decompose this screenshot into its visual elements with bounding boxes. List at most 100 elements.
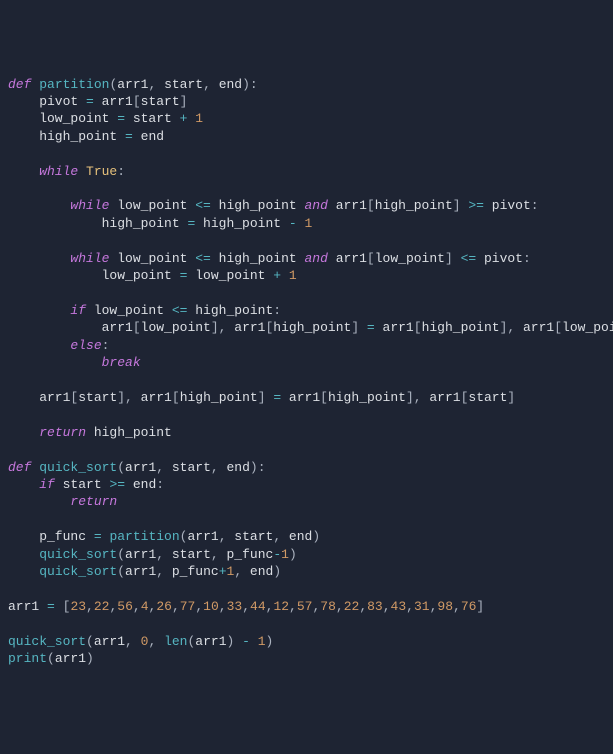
code-line[interactable]: low_point = start + 1 (8, 110, 605, 127)
code-line[interactable] (8, 145, 605, 162)
code-line[interactable] (8, 441, 605, 458)
code-token: True (86, 164, 117, 179)
code-line[interactable]: high_point = high_point - 1 (8, 215, 605, 232)
code-line[interactable]: low_point = low_point + 1 (8, 267, 605, 284)
code-token: arr1 (8, 390, 70, 405)
code-token: , (242, 599, 250, 614)
code-token: [ (133, 94, 141, 109)
code-line[interactable]: if low_point <= high_point: (8, 302, 605, 319)
code-token: 44 (250, 599, 266, 614)
code-line[interactable]: print(arr1) (8, 650, 605, 667)
code-line[interactable] (8, 406, 605, 423)
code-line[interactable]: break (8, 354, 605, 371)
code-line[interactable]: p_func = partition(arr1, start, end) (8, 528, 605, 545)
code-token: , (383, 599, 391, 614)
code-token: <= (172, 303, 195, 318)
code-token: low_point (117, 251, 195, 266)
code-token: 4 (141, 599, 149, 614)
code-token: p_func (227, 547, 274, 562)
code-token: end (133, 477, 156, 492)
code-line[interactable] (8, 285, 605, 302)
code-line[interactable]: while low_point <= high_point and arr1[h… (8, 197, 605, 214)
code-token: = (367, 320, 383, 335)
code-line[interactable]: return high_point (8, 424, 605, 441)
code-token: and (304, 198, 335, 213)
code-token: high_point (203, 216, 289, 231)
code-token: , (86, 599, 94, 614)
code-line[interactable]: while low_point <= high_point and arr1[l… (8, 250, 605, 267)
code-token: 22 (94, 599, 110, 614)
code-line[interactable]: pivot = arr1[start] (8, 93, 605, 110)
code-line[interactable] (8, 232, 605, 249)
code-token: ( (117, 547, 125, 562)
code-token: 1 (281, 547, 289, 562)
code-line[interactable]: arr1 = [23,22,56,4,26,77,10,33,44,12,57,… (8, 598, 605, 615)
code-token: start (172, 460, 211, 475)
code-line[interactable]: arr1[start], arr1[high_point] = arr1[hig… (8, 389, 605, 406)
code-token: , (406, 599, 414, 614)
code-line[interactable]: if start >= end: (8, 476, 605, 493)
code-line[interactable] (8, 511, 605, 528)
code-token: arr1 (383, 320, 414, 335)
code-token: ( (187, 634, 195, 649)
code-line[interactable] (8, 615, 605, 632)
code-token: ) (289, 547, 297, 562)
code-token: 77 (180, 599, 196, 614)
code-line[interactable]: high_point = end (8, 128, 605, 145)
code-token: end (289, 529, 312, 544)
code-token: low_point (94, 303, 172, 318)
code-line[interactable]: arr1[low_point], arr1[high_point] = arr1… (8, 319, 605, 336)
code-token (8, 355, 102, 370)
code-token: [ (367, 198, 375, 213)
code-line[interactable]: quick_sort(arr1, 0, len(arr1) - 1) (8, 633, 605, 650)
code-line[interactable]: def quick_sort(arr1, start, end): (8, 459, 605, 476)
code-token: , (148, 634, 164, 649)
code-editor[interactable]: def partition(arr1, start, end): pivot =… (8, 76, 605, 668)
code-token: : (531, 198, 539, 213)
code-token: start (234, 529, 273, 544)
code-line[interactable]: else: (8, 337, 605, 354)
code-token: while (70, 198, 117, 213)
code-token: def (8, 77, 39, 92)
code-token: ): (250, 460, 266, 475)
code-line[interactable]: quick_sort(arr1, start, p_func-1) (8, 546, 605, 563)
code-token: low_point (375, 251, 445, 266)
code-token: , (289, 599, 297, 614)
code-token: , (109, 599, 117, 614)
code-line[interactable] (8, 580, 605, 597)
code-line[interactable] (8, 372, 605, 389)
code-token: 76 (461, 599, 477, 614)
code-token: , (172, 599, 180, 614)
code-line[interactable] (8, 180, 605, 197)
code-token: 10 (203, 599, 219, 614)
code-token: arr1 (55, 651, 86, 666)
code-token: quick_sort (39, 564, 117, 579)
code-token: end (227, 460, 250, 475)
code-token: [ (320, 390, 328, 405)
code-token: low_point (117, 198, 195, 213)
code-line[interactable]: while True: (8, 163, 605, 180)
code-token: arr1 (289, 390, 320, 405)
code-token: = (86, 94, 102, 109)
code-token: , (430, 599, 438, 614)
code-line[interactable]: def partition(arr1, start, end): (8, 76, 605, 93)
code-token: break (102, 355, 141, 370)
code-token: ] (351, 320, 367, 335)
code-token: start (63, 477, 110, 492)
code-token: else (70, 338, 101, 353)
code-token: [ (367, 251, 375, 266)
code-line[interactable]: quick_sort(arr1, p_func+1, end) (8, 563, 605, 580)
code-token: partition (39, 77, 109, 92)
code-token: while (39, 164, 86, 179)
code-token: arr1 (141, 390, 172, 405)
code-token: 22 (344, 599, 360, 614)
code-token: , (359, 599, 367, 614)
code-token: [ (172, 390, 180, 405)
code-token: ) (86, 651, 94, 666)
code-token: 1 (289, 268, 297, 283)
code-token: [ (63, 599, 71, 614)
code-token: start (133, 111, 180, 126)
code-token: arr1 (125, 547, 156, 562)
code-line[interactable]: return (8, 493, 605, 510)
code-token: , (453, 599, 461, 614)
